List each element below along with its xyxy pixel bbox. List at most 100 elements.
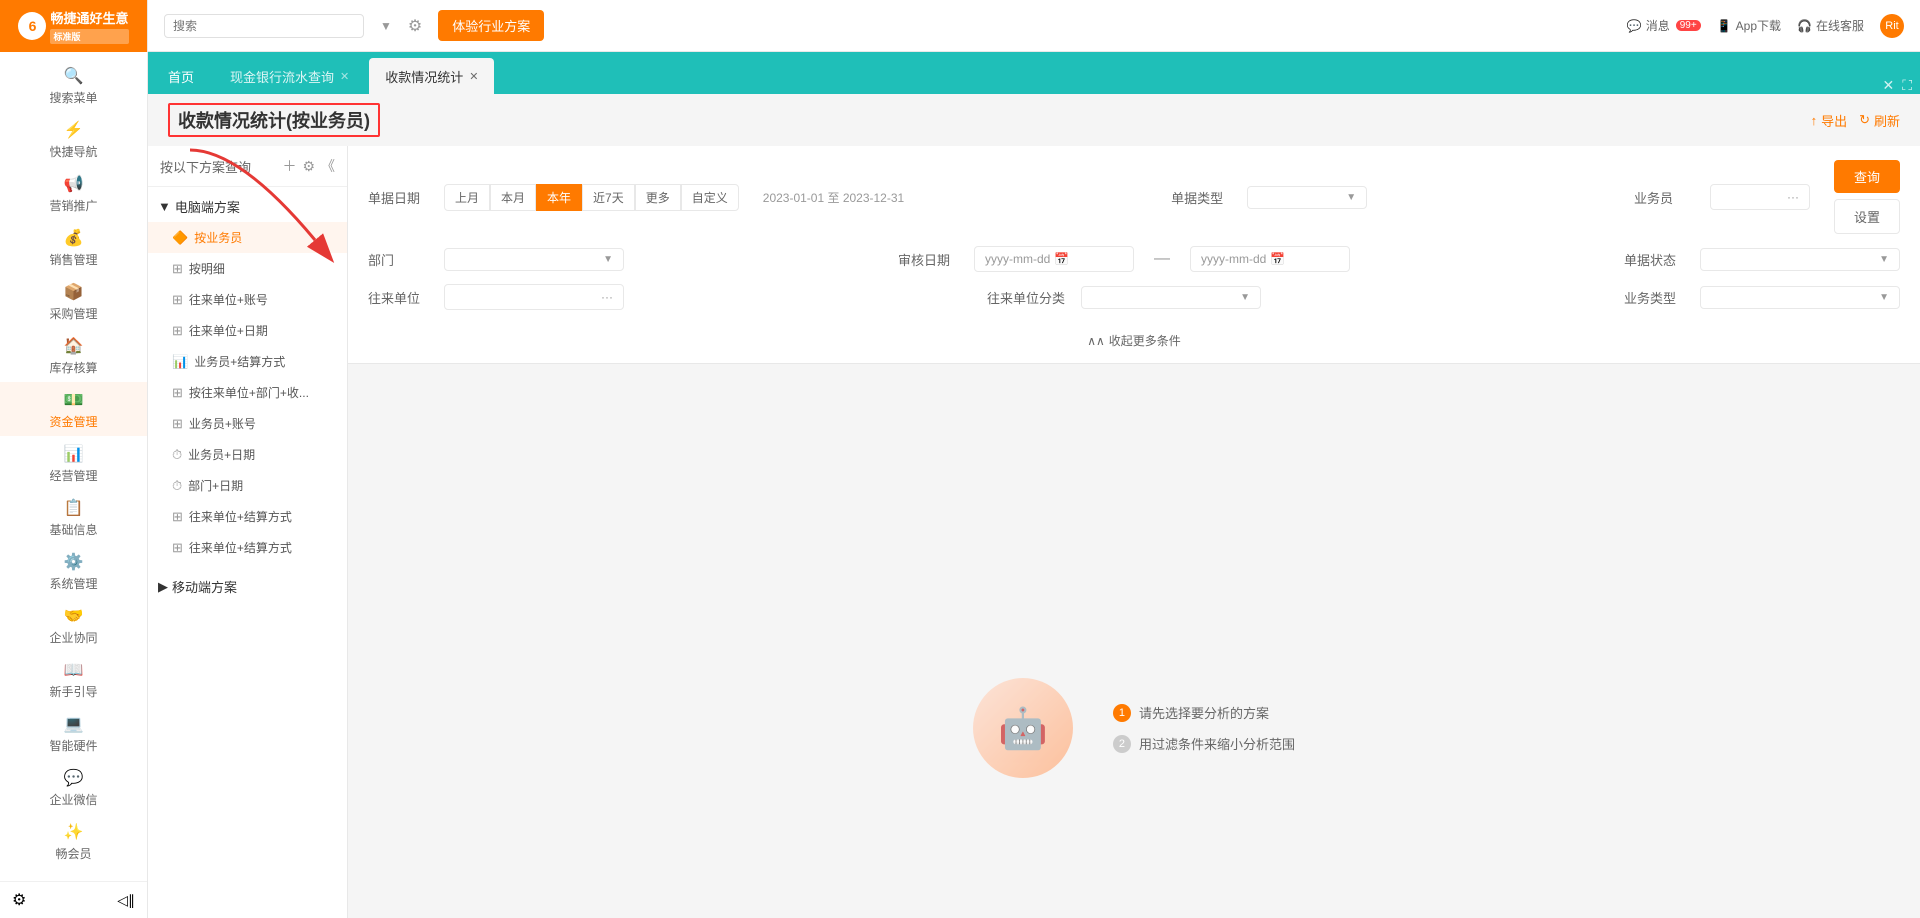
empty-tip-2: 2 用过滤条件来缩小分析范围 bbox=[1113, 734, 1295, 753]
sidebar-item-quick-nav[interactable]: ⚡ 快捷导航 bbox=[0, 112, 147, 166]
sidebar-logo: 6 畅捷通好生意 标准版 bbox=[0, 0, 147, 52]
tip-num-2: 2 bbox=[1113, 735, 1131, 753]
content-body: 按以下方案查询 ＋ ⚙ 《 ▼ 电脑端方案 🔶 按业务员 bbox=[148, 146, 1920, 918]
scheme-item-salesperson-settle[interactable]: 📊 业务员+结算方式 bbox=[148, 346, 347, 377]
user-avatar[interactable]: Rit bbox=[1880, 14, 1904, 38]
page-header: 收款情况统计(按业务员) ↑ 导出 ↻ 刷新 bbox=[148, 94, 1920, 146]
service-icon: 🎧 bbox=[1797, 19, 1812, 33]
salesperson-more-icon[interactable]: ··· bbox=[1787, 190, 1799, 204]
sidebar: 6 畅捷通好生意 标准版 🔍 搜索菜单 ⚡ 快捷导航 📢 营销推广 💰 销售管理… bbox=[0, 0, 148, 918]
tab-bank-flow[interactable]: 现金银行流水查询 ✕ bbox=[214, 58, 365, 94]
chevron-down-icon[interactable]: ▼ bbox=[380, 19, 392, 33]
sidebar-item-inventory[interactable]: 🏠 库存核算 bbox=[0, 328, 147, 382]
messages-btn[interactable]: 💬 消息 99+ bbox=[1627, 17, 1701, 34]
sidebar-item-basic-info[interactable]: 📋 基础信息 bbox=[0, 490, 147, 544]
date-tab-this-year[interactable]: 本年 bbox=[536, 184, 582, 211]
refresh-icon: ↻ bbox=[1859, 112, 1870, 128]
collapse-btn[interactable]: ∧∧ 收起更多条件 bbox=[1087, 332, 1181, 349]
scheme-item-partner-settle2[interactable]: ⊞ 往来单位+结算方式 bbox=[148, 532, 347, 563]
calendar-start-icon[interactable]: 📅 bbox=[1054, 252, 1069, 266]
sidebar-item-finance[interactable]: 💵 资金管理 bbox=[0, 382, 147, 436]
sidebar-item-marketing[interactable]: 📢 营销推广 bbox=[0, 166, 147, 220]
scheme-item-salesperson-date[interactable]: ⏱ 业务员+日期 bbox=[148, 439, 347, 470]
partner-more-icon[interactable]: ··· bbox=[601, 290, 613, 304]
voucher-type-select[interactable]: ▼ bbox=[1247, 186, 1367, 209]
mobile-scheme-group-title[interactable]: ▶ 移动端方案 bbox=[148, 571, 347, 602]
partner-select[interactable]: ··· bbox=[444, 284, 624, 310]
sidebar-item-hardware[interactable]: 💻 智能硬件 bbox=[0, 706, 147, 760]
partner-category-select[interactable]: ▼ bbox=[1081, 286, 1261, 309]
scheme-item-by-detail[interactable]: ⊞ 按明细 bbox=[148, 253, 347, 284]
export-icon: ↑ bbox=[1811, 113, 1818, 128]
app-download-btn[interactable]: 📱 App下载 bbox=[1717, 17, 1781, 34]
gear-icon[interactable]: ⚙ bbox=[408, 16, 422, 36]
sidebar-item-purchase[interactable]: 📦 采购管理 bbox=[0, 274, 147, 328]
business-type-select[interactable]: ▼ bbox=[1700, 286, 1900, 309]
business-type-chevron: ▼ bbox=[1879, 292, 1889, 303]
sidebar-item-search[interactable]: 🔍 搜索菜单 bbox=[0, 58, 147, 112]
pc-scheme-group-title[interactable]: ▼ 电脑端方案 bbox=[148, 191, 347, 222]
date-tab-more[interactable]: 更多 bbox=[635, 184, 681, 211]
tab-bar-right: ✕ ⛶ bbox=[1882, 77, 1920, 94]
collapse-sidebar-icon[interactable]: ◁∥ bbox=[117, 892, 135, 909]
settings-icon[interactable]: ⚙ bbox=[12, 890, 26, 910]
partner-date-icon: ⊞ bbox=[172, 323, 183, 339]
sidebar-nav: 🔍 搜索菜单 ⚡ 快捷导航 📢 营销推广 💰 销售管理 📦 采购管理 🏠 库存核… bbox=[0, 52, 147, 881]
scheme-item-dept-date[interactable]: ⏱ 部门+日期 bbox=[148, 470, 347, 501]
window-close-icon[interactable]: ✕ bbox=[1882, 77, 1894, 94]
search-menu-icon: 🔍 bbox=[64, 66, 84, 86]
trial-btn[interactable]: 体验行业方案 bbox=[438, 10, 544, 41]
tab-close-receipt-stats[interactable]: ✕ bbox=[469, 70, 478, 83]
scheme-item-partner-settle1[interactable]: ⊞ 往来单位+结算方式 bbox=[148, 501, 347, 532]
query-btn[interactable]: 查询 bbox=[1834, 160, 1900, 193]
scheme-item-salesperson-account[interactable]: ⊞ 业务员+账号 bbox=[148, 408, 347, 439]
calendar-end-icon[interactable]: 📅 bbox=[1270, 252, 1285, 266]
sidebar-item-operation[interactable]: 📊 经营管理 bbox=[0, 436, 147, 490]
date-tab-this-month[interactable]: 本月 bbox=[490, 184, 536, 211]
scheme-item-by-salesperson[interactable]: 🔶 按业务员 bbox=[148, 222, 347, 253]
logo-icon: 6 bbox=[18, 12, 46, 40]
operation-icon: 📊 bbox=[64, 444, 84, 464]
audit-date-start[interactable]: yyyy-mm-dd 📅 bbox=[974, 246, 1134, 272]
scheme-item-partner-account[interactable]: ⊞ 往来单位+账号 bbox=[148, 284, 347, 315]
partner-account-icon: ⊞ bbox=[172, 292, 183, 308]
tab-home[interactable]: 首页 bbox=[152, 58, 210, 94]
page-header-actions: ↑ 导出 ↻ 刷新 bbox=[1811, 111, 1900, 130]
date-tab-last-month[interactable]: 上月 bbox=[444, 184, 490, 211]
date-label: 单据日期 bbox=[368, 188, 428, 207]
filter-row-2: 部门 ▼ 审核日期 yyyy-mm-dd 📅 — y bbox=[368, 246, 1900, 272]
refresh-btn[interactable]: ↻ 刷新 bbox=[1859, 111, 1900, 130]
sidebar-item-system[interactable]: ⚙️ 系统管理 bbox=[0, 544, 147, 598]
add-scheme-icon[interactable]: ＋ bbox=[282, 156, 296, 176]
logo-text: 畅捷通好生意 标准版 bbox=[50, 8, 128, 44]
date-tab-7days[interactable]: 近7天 bbox=[582, 184, 635, 211]
setting-btn[interactable]: 设置 bbox=[1834, 199, 1900, 234]
dept-select[interactable]: ▼ bbox=[444, 248, 624, 271]
sidebar-item-guide[interactable]: 📖 新手引导 bbox=[0, 652, 147, 706]
tab-receipt-stats[interactable]: 收款情况统计 ✕ bbox=[369, 58, 494, 94]
empty-tip-1: 1 请先选择要分析的方案 bbox=[1113, 703, 1295, 722]
empty-state: 🤖 1 请先选择要分析的方案 2 用过滤条件来缩小分析范围 bbox=[973, 678, 1295, 778]
audit-date-end[interactable]: yyyy-mm-dd 📅 bbox=[1190, 246, 1350, 272]
sidebar-item-enterprise[interactable]: 🤝 企业协同 bbox=[0, 598, 147, 652]
date-tab-custom[interactable]: 自定义 bbox=[681, 184, 739, 211]
export-btn[interactable]: ↑ 导出 bbox=[1811, 111, 1848, 130]
date-dash: — bbox=[1154, 250, 1170, 268]
window-maximize-icon[interactable]: ⛶ bbox=[1902, 77, 1912, 94]
topbar-search-input[interactable] bbox=[164, 14, 364, 38]
scheme-item-partner-date[interactable]: ⊞ 往来单位+日期 bbox=[148, 315, 347, 346]
sidebar-item-member[interactable]: ✨ 畅会员 bbox=[0, 814, 147, 868]
salesperson-select[interactable]: ··· bbox=[1710, 184, 1810, 210]
empty-robot-illustration: 🤖 bbox=[973, 678, 1073, 778]
voucher-status-select[interactable]: ▼ bbox=[1700, 248, 1900, 271]
marketing-icon: 📢 bbox=[64, 174, 84, 194]
sidebar-item-wechat[interactable]: 💬 企业微信 bbox=[0, 760, 147, 814]
online-service-btn[interactable]: 🎧 在线客服 bbox=[1797, 17, 1864, 34]
collapse-panel-icon[interactable]: 《 bbox=[321, 156, 335, 176]
scheme-item-partner-dept[interactable]: ⊞ 按往来单位+部门+收... bbox=[148, 377, 347, 408]
enterprise-icon: 🤝 bbox=[64, 606, 84, 626]
sidebar-item-sales[interactable]: 💰 销售管理 bbox=[0, 220, 147, 274]
tip-num-1: 1 bbox=[1113, 704, 1131, 722]
settings-scheme-icon[interactable]: ⚙ bbox=[302, 158, 315, 175]
tab-close-bank-flow[interactable]: ✕ bbox=[340, 70, 349, 83]
